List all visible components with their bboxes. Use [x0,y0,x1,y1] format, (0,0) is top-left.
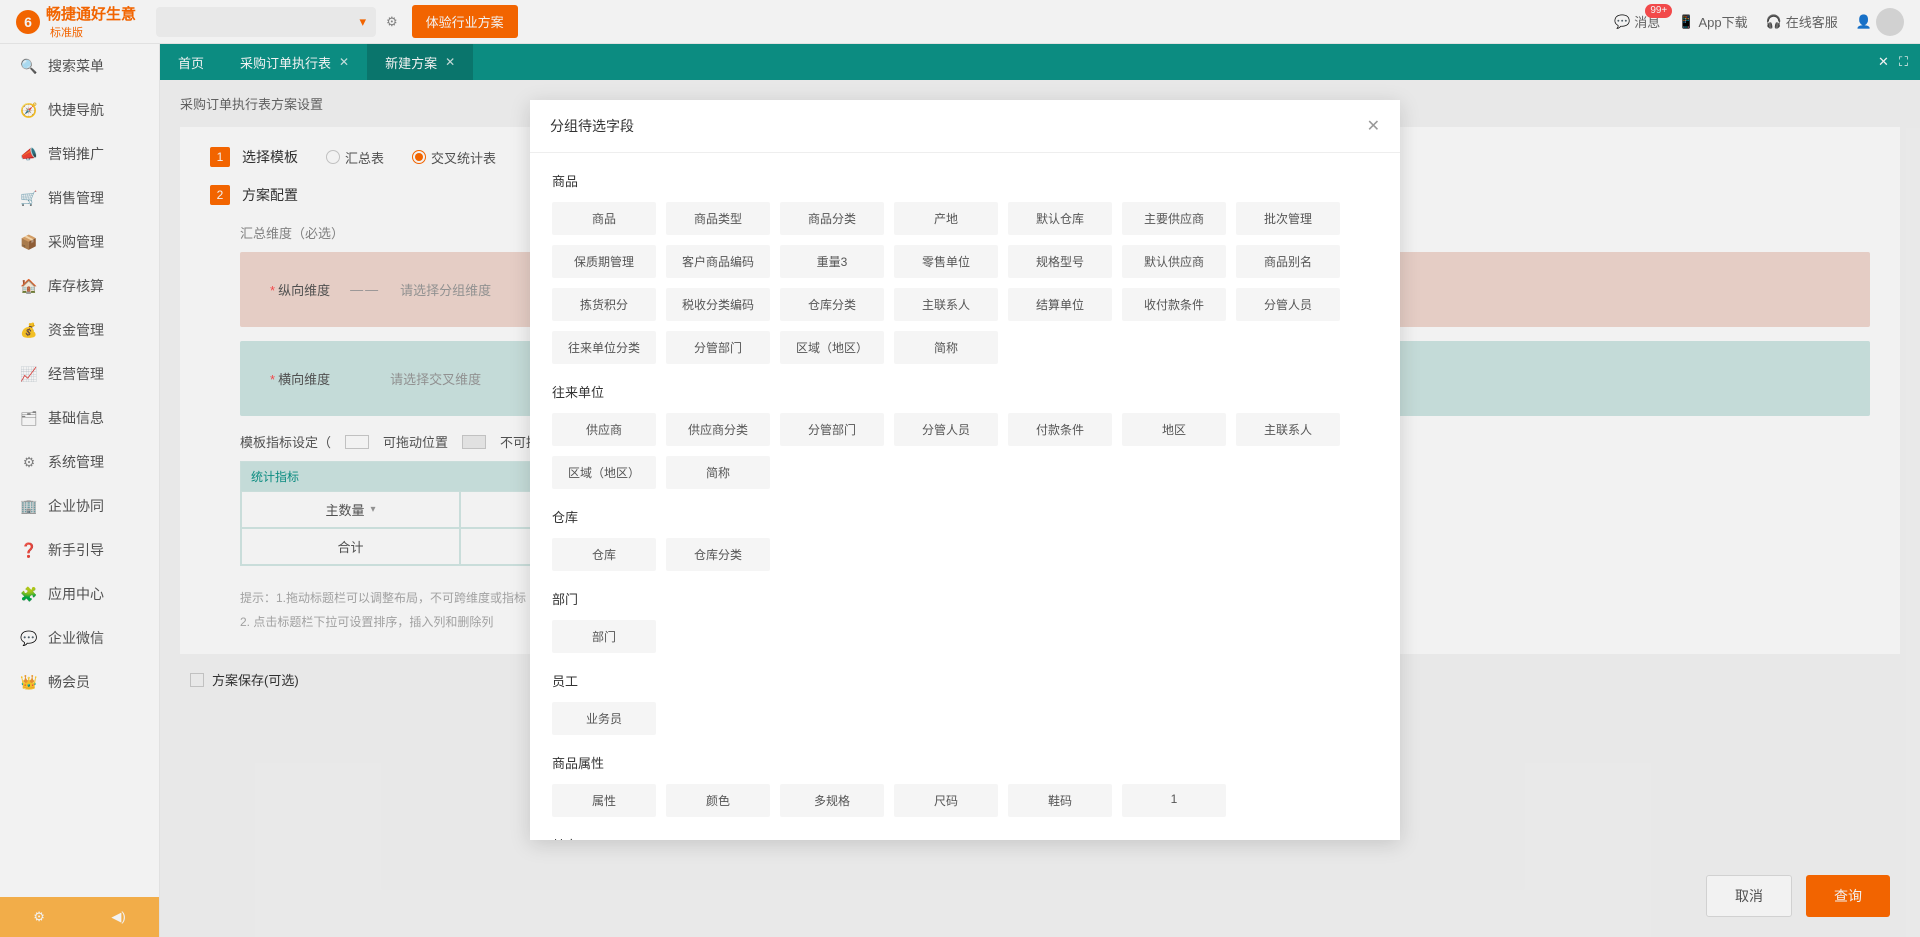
field-tags: 商品商品类型商品分类产地默认仓库主要供应商批次管理保质期管理客户商品编码重量3 零… [552,202,1378,364]
field-tag[interactable]: 主联系人 [894,288,998,321]
field-group-0: 商品商品商品类型商品分类产地默认仓库主要供应商批次管理保质期管理客户商品编码重量… [552,171,1378,364]
field-tag[interactable]: 默认供应商 [1122,245,1226,278]
field-tags: 仓库仓库分类 [552,538,1378,571]
field-tag[interactable]: 规格型号 [1008,245,1112,278]
field-group-2: 仓库仓库仓库分类 [552,507,1378,571]
field-tag[interactable]: 付款条件 [1008,413,1112,446]
field-tag[interactable]: 供应商 [552,413,656,446]
field-tag[interactable]: 商品 [552,202,656,235]
field-tag[interactable]: 区域（地区） [552,456,656,489]
field-group-5: 商品属性属性颜色多规格尺码鞋码 1 [552,753,1378,817]
field-tag[interactable]: 默认仓库 [1008,202,1112,235]
field-tag[interactable]: 仓库 [552,538,656,571]
field-tag[interactable]: 拣货积分 [552,288,656,321]
modal-body: 商品商品商品类型商品分类产地默认仓库主要供应商批次管理保质期管理客户商品编码重量… [530,153,1400,840]
field-tag[interactable]: 往来单位分类 [552,331,656,364]
field-tag[interactable]: 鞋码 [1008,784,1112,817]
field-tag[interactable]: 区域（地区） [780,331,884,364]
field-group-title: 商品 [552,171,1378,190]
field-tag[interactable]: 客户商品编码 [666,245,770,278]
field-tag[interactable]: 结算单位 [1008,288,1112,321]
field-group-6: 其它 [552,835,1378,840]
field-tag[interactable]: 商品分类 [780,202,884,235]
field-tag[interactable]: 分管部门 [780,413,884,446]
field-group-title: 仓库 [552,507,1378,526]
field-tag[interactable]: 零售单位 [894,245,998,278]
field-group-3: 部门部门 [552,589,1378,653]
field-tag[interactable]: 多规格 [780,784,884,817]
field-tag[interactable]: 主要供应商 [1122,202,1226,235]
field-tags: 属性颜色多规格尺码鞋码 1 [552,784,1378,817]
field-tag[interactable]: 收付款条件 [1122,288,1226,321]
field-tag[interactable]: 颜色 [666,784,770,817]
field-tag[interactable]: 部门 [552,620,656,653]
field-tag[interactable]: 简称 [666,456,770,489]
field-group-title: 商品属性 [552,753,1378,772]
close-icon[interactable]: ✕ [1367,116,1380,136]
field-tag[interactable]: 尺码 [894,784,998,817]
field-tag[interactable]: 属性 [552,784,656,817]
field-tag[interactable]: 1 [1122,784,1226,817]
modal-title: 分组待选字段 [550,116,634,136]
field-tags: 供应商供应商分类分管部门分管人员付款条件地区主联系人区域（地区） 简称 [552,413,1378,489]
field-tag[interactable]: 简称 [894,331,998,364]
field-tag[interactable]: 保质期管理 [552,245,656,278]
field-tag[interactable]: 业务员 [552,702,656,735]
field-tag[interactable]: 仓库分类 [780,288,884,321]
field-tag[interactable]: 地区 [1122,413,1226,446]
field-tags: 部门 [552,620,1378,653]
field-tag[interactable]: 产地 [894,202,998,235]
field-selector-modal: 分组待选字段 ✕ 商品商品商品类型商品分类产地默认仓库主要供应商批次管理保质期管… [530,100,1400,840]
field-tag[interactable]: 商品类型 [666,202,770,235]
field-tag[interactable]: 批次管理 [1236,202,1340,235]
field-tag[interactable]: 重量3 [780,245,884,278]
field-tag[interactable]: 分管人员 [894,413,998,446]
field-group-4: 员工业务员 [552,671,1378,735]
field-tag[interactable]: 商品别名 [1236,245,1340,278]
field-tag[interactable]: 供应商分类 [666,413,770,446]
field-tag[interactable]: 主联系人 [1236,413,1340,446]
field-group-title: 员工 [552,671,1378,690]
field-tag[interactable]: 税收分类编码 [666,288,770,321]
field-tag[interactable]: 仓库分类 [666,538,770,571]
field-group-title: 其它 [552,835,1378,840]
field-group-1: 往来单位供应商供应商分类分管部门分管人员付款条件地区主联系人区域（地区） 简称 [552,382,1378,489]
field-group-title: 部门 [552,589,1378,608]
field-group-title: 往来单位 [552,382,1378,401]
field-tag[interactable]: 分管部门 [666,331,770,364]
modal-header: 分组待选字段 ✕ [530,100,1400,153]
field-tag[interactable]: 分管人员 [1236,288,1340,321]
field-tags: 业务员 [552,702,1378,735]
